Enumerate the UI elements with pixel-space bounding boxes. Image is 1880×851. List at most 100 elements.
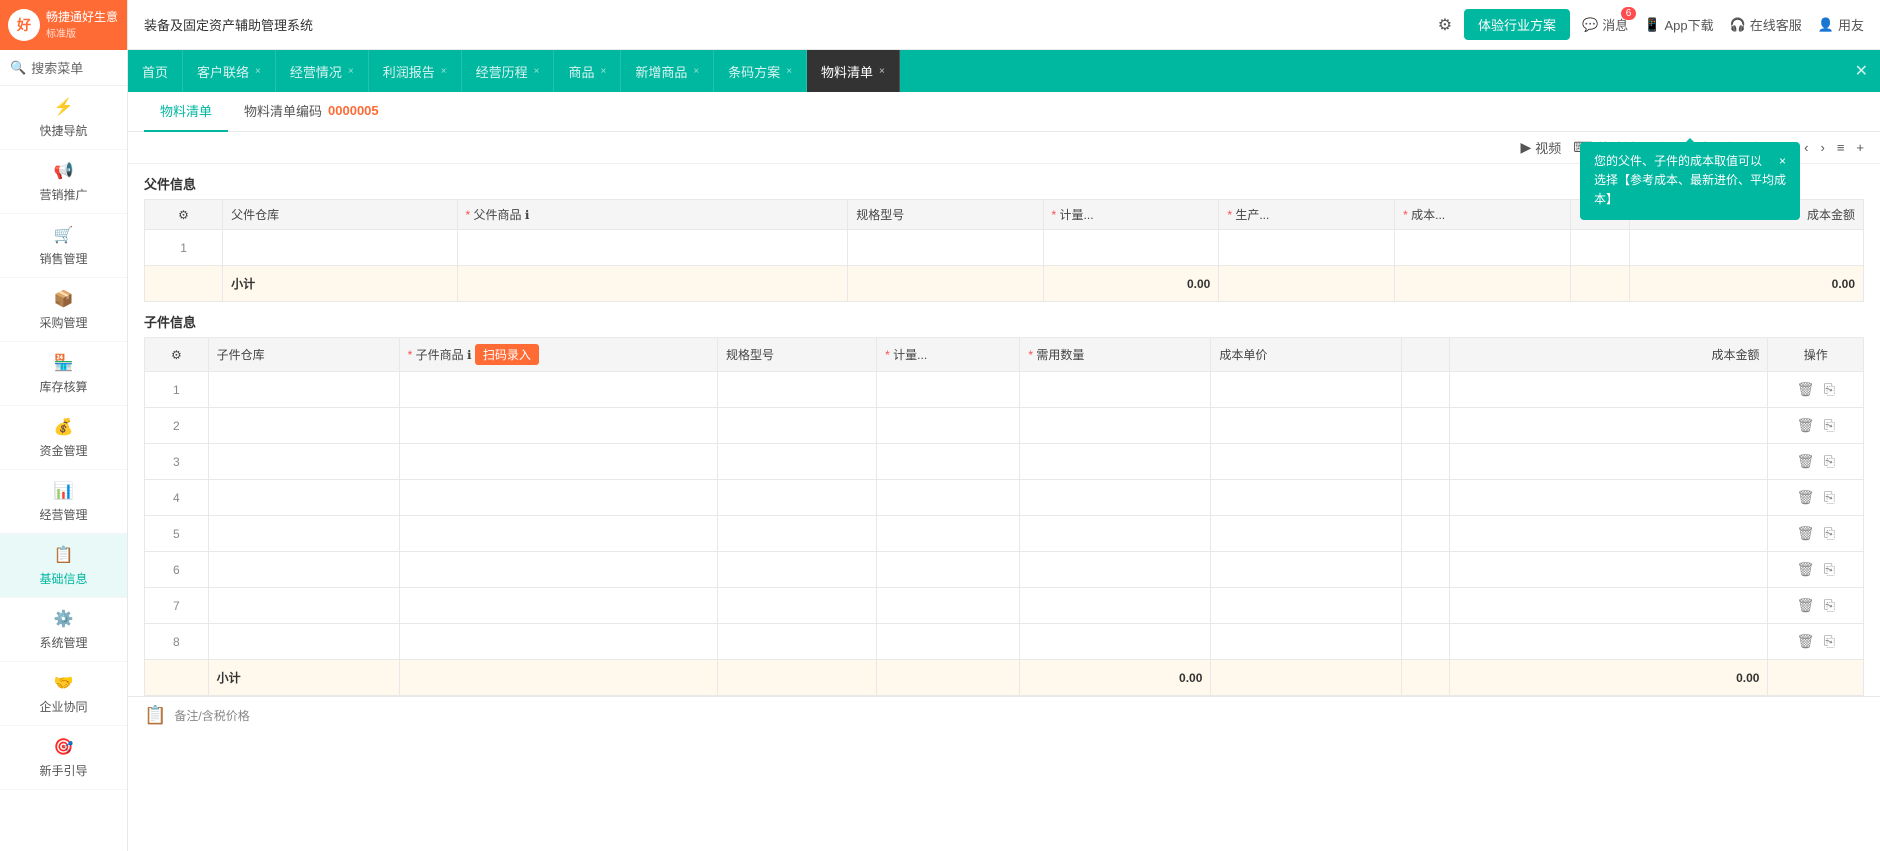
child-cell-cost-amount-3[interactable] (1450, 444, 1768, 480)
sub-tab-bom-list[interactable]: 物料清单 (144, 92, 228, 132)
user-avatar[interactable]: 👤 用友 (1818, 15, 1864, 34)
child-cell-cost-amount-2[interactable] (1450, 408, 1768, 444)
child-cell-goods-6[interactable] (399, 552, 717, 588)
delete-icon-8[interactable]: 🗑 (1797, 633, 1815, 649)
child-cell-cost-unit-3[interactable] (1211, 444, 1402, 480)
child-cell-cost-unit-5[interactable] (1211, 516, 1402, 552)
copy-icon-7[interactable]: ⎘ (1824, 597, 1835, 613)
child-cell-cost-unit-2[interactable] (1211, 408, 1402, 444)
copy-icon-3[interactable]: ⎘ (1824, 453, 1835, 469)
nav-tab-close-profit[interactable]: × (441, 66, 447, 77)
child-cell-quantity-6[interactable] (1020, 552, 1211, 588)
try-btn[interactable]: 体验行业方案 (1464, 9, 1570, 40)
sidebar-item-operations[interactable]: 📊经营管理 (0, 470, 127, 534)
nav-tab-close-barcode[interactable]: × (786, 66, 792, 77)
child-cell-quantity-5[interactable] (1020, 516, 1211, 552)
parent-cell-spec-1[interactable] (848, 230, 1043, 266)
sidebar-item-enterprise[interactable]: 🤝企业协同 (0, 662, 127, 726)
child-cell-quantity-3[interactable] (1020, 444, 1211, 480)
child-cell-goods-4[interactable] (399, 480, 717, 516)
child-cell-cost-amount-7[interactable] (1450, 588, 1768, 624)
child-cell-unit-4[interactable] (877, 480, 1020, 516)
child-cell-quantity-8[interactable] (1020, 624, 1211, 660)
sidebar-item-guide[interactable]: 🎯新手引导 (0, 726, 127, 790)
nav-list-btn[interactable]: ≡ (1837, 140, 1845, 155)
nav-new-btn[interactable]: + (1856, 140, 1864, 155)
child-cell-quantity-2[interactable] (1020, 408, 1211, 444)
sidebar-item-quick-nav[interactable]: ⚡快捷导航 (0, 86, 127, 150)
child-cell-cost-unit-1[interactable] (1211, 372, 1402, 408)
nav-tab-new-goods[interactable]: 新增商品 × (621, 50, 714, 92)
settings-icon[interactable]: ⚙ (1438, 15, 1452, 35)
copy-icon-2[interactable]: ⎘ (1824, 417, 1835, 433)
child-cell-cost-amount-8[interactable] (1450, 624, 1768, 660)
copy-icon-8[interactable]: ⎘ (1824, 633, 1835, 649)
nav-tab-customer[interactable]: 客户联络 × (183, 50, 276, 92)
child-cell-goods-5[interactable] (399, 516, 717, 552)
child-cell-cost-unit-6[interactable] (1211, 552, 1402, 588)
nav-tab-close-new-goods[interactable]: × (693, 66, 699, 77)
message-btn[interactable]: 💬 消息 6 (1582, 15, 1628, 34)
child-cell-cost-unit-8[interactable] (1211, 624, 1402, 660)
nav-tab-close-customer[interactable]: × (255, 66, 261, 77)
child-cell-unit-7[interactable] (877, 588, 1020, 624)
nav-tab-close-history[interactable]: × (534, 66, 540, 77)
child-cell-goods-2[interactable] (399, 408, 717, 444)
child-cell-spec-6[interactable] (717, 552, 876, 588)
child-cell-cost-amount-1[interactable] (1450, 372, 1768, 408)
child-cell-spec-7[interactable] (717, 588, 876, 624)
child-cell-unit-6[interactable] (877, 552, 1020, 588)
child-cell-warehouse-5[interactable] (208, 516, 399, 552)
nav-prev-btn[interactable]: ‹ (1804, 140, 1808, 155)
child-cell-warehouse-2[interactable] (208, 408, 399, 444)
child-cell-goods-3[interactable] (399, 444, 717, 480)
child-cell-warehouse-1[interactable] (208, 372, 399, 408)
nav-tab-close-operations[interactable]: × (348, 66, 354, 77)
child-cell-unit-2[interactable] (877, 408, 1020, 444)
child-cell-warehouse-8[interactable] (208, 624, 399, 660)
child-cell-spec-1[interactable] (717, 372, 876, 408)
child-th-settings[interactable]: ⚙ (145, 338, 209, 372)
child-cell-cost-amount-6[interactable] (1450, 552, 1768, 588)
child-cell-cost-unit-4[interactable] (1211, 480, 1402, 516)
child-cell-goods-1[interactable] (399, 372, 717, 408)
child-cell-spec-4[interactable] (717, 480, 876, 516)
view-video-btn[interactable]: ▶ 视频 (1521, 138, 1562, 157)
delete-icon-5[interactable]: 🗑 (1797, 525, 1815, 541)
delete-icon-6[interactable]: 🗑 (1797, 561, 1815, 577)
copy-icon-6[interactable]: ⎘ (1824, 561, 1835, 577)
delete-icon-7[interactable]: 🗑 (1797, 597, 1815, 613)
app-download-btn[interactable]: 📱 App下载 (1644, 15, 1713, 34)
nav-tab-close-goods[interactable]: × (600, 66, 606, 77)
child-cell-spec-5[interactable] (717, 516, 876, 552)
nav-tab-bom[interactable]: 物料清单 × (807, 50, 900, 92)
close-all-tabs-btn[interactable]: ✕ (1843, 61, 1880, 81)
delete-icon-4[interactable]: 🗑 (1797, 489, 1815, 505)
delete-icon-3[interactable]: 🗑 (1797, 453, 1815, 469)
child-cell-spec-3[interactable] (717, 444, 876, 480)
sidebar-item-marketing[interactable]: 📢营销推广 (0, 150, 127, 214)
scan-btn[interactable]: 扫码录入 (475, 344, 539, 365)
sidebar-item-purchase[interactable]: 📦采购管理 (0, 278, 127, 342)
online-service-btn[interactable]: 🎧 在线客服 (1730, 15, 1802, 34)
child-cell-quantity-1[interactable] (1020, 372, 1211, 408)
copy-icon-5[interactable]: ⎘ (1824, 525, 1835, 541)
child-cell-cost-unit-7[interactable] (1211, 588, 1402, 624)
nav-tab-barcode[interactable]: 条码方案 × (714, 50, 807, 92)
delete-icon-1[interactable]: 🗑 (1797, 381, 1815, 397)
sidebar-item-system[interactable]: ⚙️系统管理 (0, 598, 127, 662)
nav-tab-operations[interactable]: 经营情况 × (276, 50, 369, 92)
parent-cell-production-1[interactable] (1219, 230, 1395, 266)
parent-th-settings[interactable]: ⚙ (145, 200, 223, 230)
child-cell-warehouse-7[interactable] (208, 588, 399, 624)
child-cell-goods-7[interactable] (399, 588, 717, 624)
child-cell-warehouse-3[interactable] (208, 444, 399, 480)
delete-icon-2[interactable]: 🗑 (1797, 417, 1815, 433)
parent-cell-unit-1[interactable] (1043, 230, 1219, 266)
child-cell-goods-8[interactable] (399, 624, 717, 660)
child-cell-spec-2[interactable] (717, 408, 876, 444)
nav-tab-goods[interactable]: 商品 × (554, 50, 621, 92)
child-cell-warehouse-4[interactable] (208, 480, 399, 516)
copy-icon-1[interactable]: ⎘ (1824, 381, 1835, 397)
parent-cell-cost-amount-1[interactable] (1629, 230, 1863, 266)
